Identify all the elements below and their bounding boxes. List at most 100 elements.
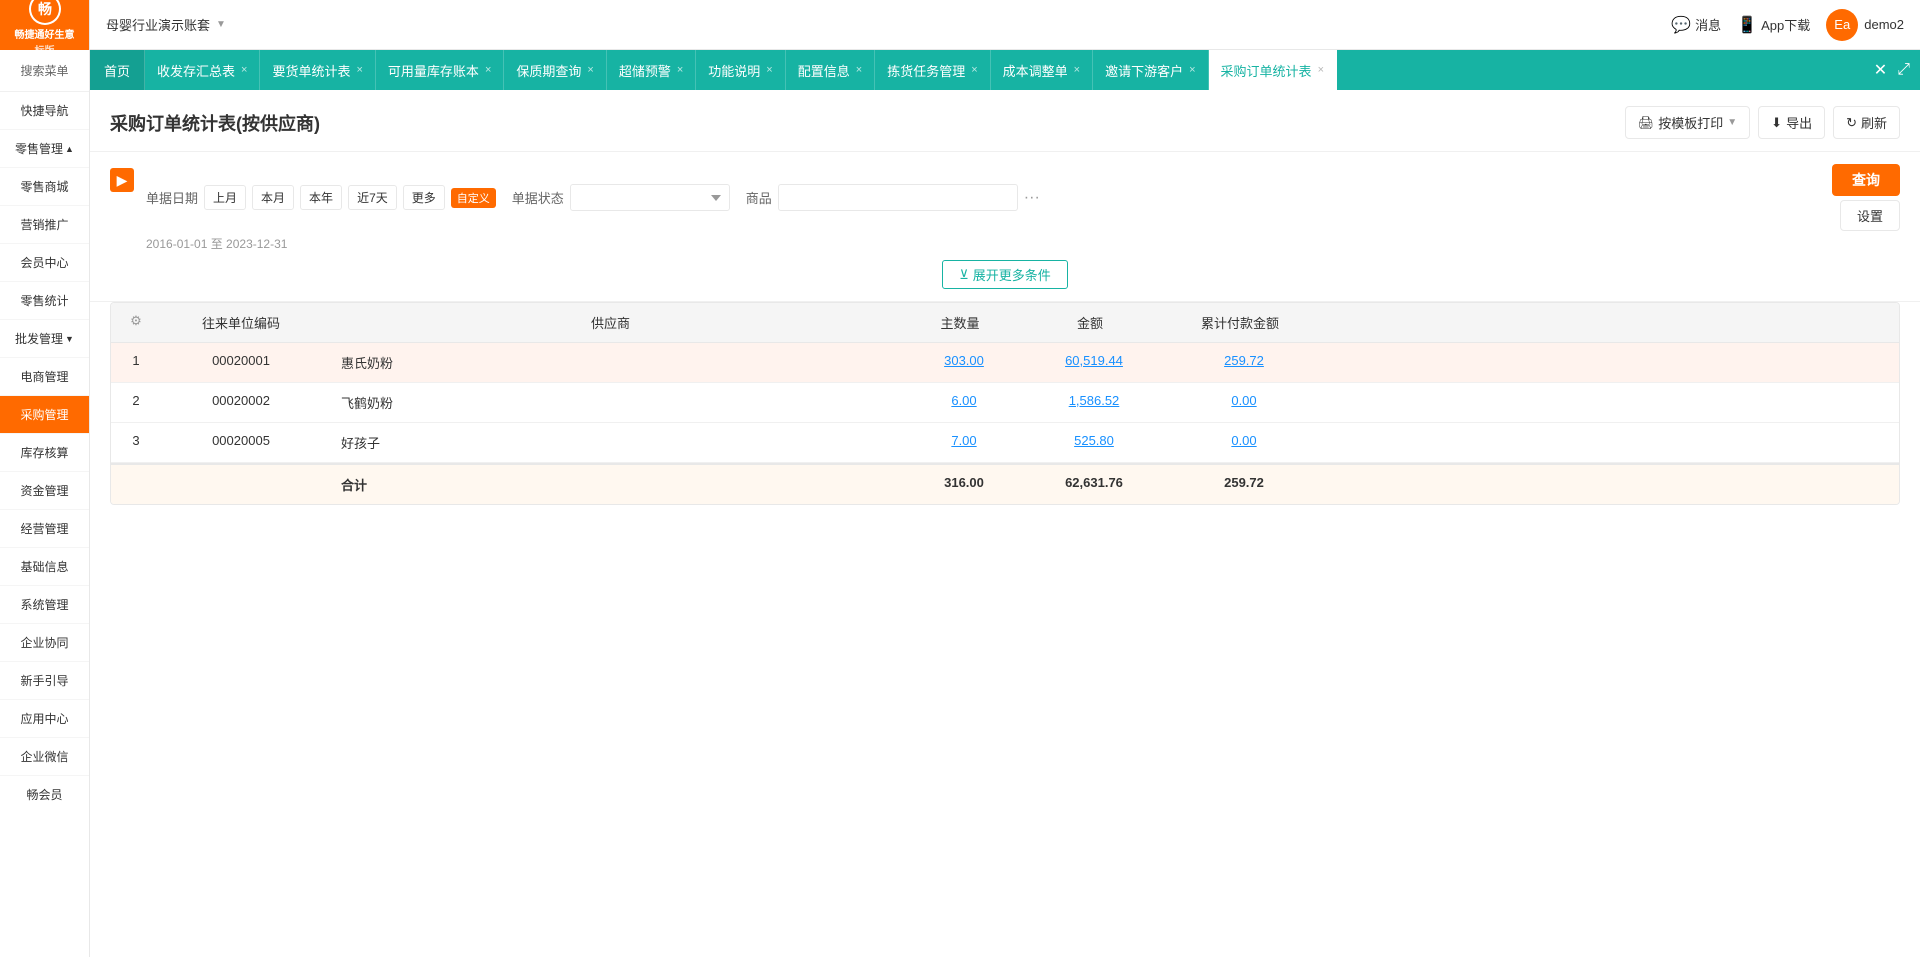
th-amount: 金额 [1020, 303, 1160, 342]
date-btn-this-month[interactable]: 本月 [252, 185, 294, 210]
table-row: 1 00020001 惠氏奶粉 303.00 60,519.44 259.72 [111, 343, 1899, 383]
tab-expiry[interactable]: 保质期查询 × [504, 50, 606, 90]
message-btn[interactable]: 💬 消息 [1671, 15, 1721, 35]
tab-close-3[interactable]: × [485, 64, 491, 76]
refresh-icon: ↻ [1846, 115, 1857, 131]
tab-purchase-stat[interactable]: 采购订单统计表 × [1209, 50, 1337, 90]
th-empty [1320, 303, 1899, 342]
tab-close-7[interactable]: × [856, 64, 862, 76]
sidebar-item-newbie[interactable]: 新手引导 [0, 662, 89, 700]
sidebar-item-inventory[interactable]: 库存核算 [0, 434, 89, 472]
tab-func-desc[interactable]: 功能说明 × [696, 50, 785, 90]
tab-close-2[interactable]: × [356, 64, 362, 76]
tab-close-8[interactable]: × [971, 64, 977, 76]
query-btn[interactable]: 查询 [1832, 164, 1900, 196]
page-header: 采购订单统计表(按供应商) 🖨 按模板打印 ▼ ⬇ 导出 ↻ 刷新 [90, 90, 1920, 152]
date-btn-last-month[interactable]: 上月 [204, 185, 246, 210]
tab-receive-send[interactable]: 收发存汇总表 × [145, 50, 260, 90]
sidebar-item-finance[interactable]: 资金管理 [0, 472, 89, 510]
tab-cost-adjust[interactable]: 成本调整单 × [991, 50, 1093, 90]
refresh-btn[interactable]: ↻ 刷新 [1833, 106, 1900, 139]
th-paid: 累计付款金额 [1160, 303, 1320, 342]
amount-link-1[interactable]: 60,519.44 [1065, 353, 1123, 368]
tab-overstock[interactable]: 超储预警 × [607, 50, 696, 90]
date-label: 单据日期 [146, 188, 198, 207]
date-btn-this-year[interactable]: 本年 [300, 185, 342, 210]
td-qty-1: 303.00 [904, 343, 1024, 382]
tab-close-9[interactable]: × [1074, 64, 1080, 76]
export-icon: ⬇ [1771, 115, 1782, 131]
sidebar-item-ecommerce[interactable]: 电商管理 [0, 358, 89, 396]
table-footer: 合计 316.00 62,631.76 259.72 [111, 463, 1899, 504]
tab-close-4[interactable]: × [587, 64, 593, 76]
status-filter: 单据状态 [512, 184, 730, 211]
expand-more-btn[interactable]: ⊻ 展开更多条件 [942, 260, 1068, 289]
tab-close-1[interactable]: × [241, 64, 247, 76]
tab-close-10[interactable]: × [1189, 64, 1195, 76]
tab-close-6[interactable]: × [766, 64, 772, 76]
username-label[interactable]: demo2 [1864, 17, 1904, 32]
date-btn-7days[interactable]: 近7天 [348, 185, 397, 210]
paid-link-3[interactable]: 0.00 [1231, 433, 1256, 448]
status-select[interactable] [570, 184, 730, 211]
goods-more-icon[interactable]: ··· [1024, 189, 1040, 207]
sidebar-item-retail-shop[interactable]: 零售商城 [0, 168, 89, 206]
qty-link-1[interactable]: 303.00 [944, 353, 984, 368]
sidebar-item-member[interactable]: 会员中心 [0, 244, 89, 282]
sidebar-item-business[interactable]: 经营管理 [0, 510, 89, 548]
td-paid-3: 0.00 [1164, 423, 1324, 462]
date-filter: 单据日期 上月 本月 本年 近7天 更多 自定义 [146, 185, 496, 210]
td-qty-3: 7.00 [904, 423, 1024, 462]
print-btn[interactable]: 🖨 按模板打印 ▼ [1625, 106, 1750, 139]
app-download-btn[interactable]: 📱 App下载 [1737, 15, 1810, 35]
tab-pick-task[interactable]: 拣货任务管理 × [875, 50, 990, 90]
td-index-1: 1 [111, 343, 161, 382]
td-supplier-1: 惠氏奶粉 [321, 343, 904, 382]
sidebar-item-enterprise[interactable]: 企业协同 [0, 624, 89, 662]
tab-expand-btn[interactable]: ⤢ [1897, 61, 1910, 79]
qty-link-3[interactable]: 7.00 [951, 433, 976, 448]
sidebar-item-vip[interactable]: 畅会员 [0, 776, 89, 813]
tab-home[interactable]: 首页 [90, 50, 145, 90]
tf-qty: 316.00 [904, 465, 1024, 504]
sidebar-item-retail[interactable]: 零售管理▲ [0, 130, 89, 168]
tab-close-11[interactable]: × [1318, 64, 1324, 76]
th-qty: 主数量 [900, 303, 1020, 342]
paid-link-1[interactable]: 259.72 [1224, 353, 1264, 368]
qty-link-2[interactable]: 6.00 [951, 393, 976, 408]
sidebar-item-wholesale[interactable]: 批发管理▼ [0, 320, 89, 358]
user-avatar: Ea [1826, 9, 1858, 41]
sidebar-item-wechat[interactable]: 企业微信 [0, 738, 89, 776]
status-label: 单据状态 [512, 188, 564, 207]
sidebar-item-retail-stat[interactable]: 零售统计 [0, 282, 89, 320]
td-code-2: 00020002 [161, 383, 321, 422]
tab-available-inv[interactable]: 可用量库存账本 × [376, 50, 504, 90]
sidebar-item-appstore[interactable]: 应用中心 [0, 700, 89, 738]
tab-config[interactable]: 配置信息 × [786, 50, 875, 90]
export-btn[interactable]: ⬇ 导出 [1758, 106, 1825, 139]
quick-nav-item[interactable]: 快捷导航 [0, 92, 89, 130]
tab-order-stat[interactable]: 要货单统计表 × [260, 50, 375, 90]
date-btn-more[interactable]: 更多 [403, 185, 445, 210]
settings-icon[interactable]: ⚙ [130, 313, 142, 328]
tab-close-all-btn[interactable]: ✕ [1874, 60, 1887, 80]
sidebar-item-marketing[interactable]: 营销推广 [0, 206, 89, 244]
paid-link-2[interactable]: 0.00 [1231, 393, 1256, 408]
sidebar-item-purchase[interactable]: 采购管理 [0, 396, 89, 434]
td-amount-1: 60,519.44 [1024, 343, 1164, 382]
goods-input[interactable] [778, 184, 1018, 211]
dropdown-icon: ▼ [216, 19, 226, 30]
sidebar-item-basic[interactable]: 基础信息 [0, 548, 89, 586]
td-paid-2: 0.00 [1164, 383, 1324, 422]
amount-link-2[interactable]: 1,586.52 [1069, 393, 1120, 408]
industry-selector[interactable]: 母婴行业演示账套 ▼ [106, 15, 226, 34]
tab-close-5[interactable]: × [677, 64, 683, 76]
amount-link-3[interactable]: 525.80 [1074, 433, 1114, 448]
td-supplier-2: 飞鹤奶粉 [321, 383, 904, 422]
filter-expand-btn[interactable]: ▶ [110, 168, 134, 192]
sidebar-item-system[interactable]: 系统管理 [0, 586, 89, 624]
settings-btn[interactable]: 设置 [1840, 200, 1900, 231]
table-header: ⚙ 往来单位编码 供应商 主数量 金额 累计付款金额 [111, 303, 1899, 343]
tab-invite-downstream[interactable]: 邀请下游客户 × [1093, 50, 1208, 90]
search-menu-btn[interactable]: 搜索菜单 [6, 58, 83, 83]
